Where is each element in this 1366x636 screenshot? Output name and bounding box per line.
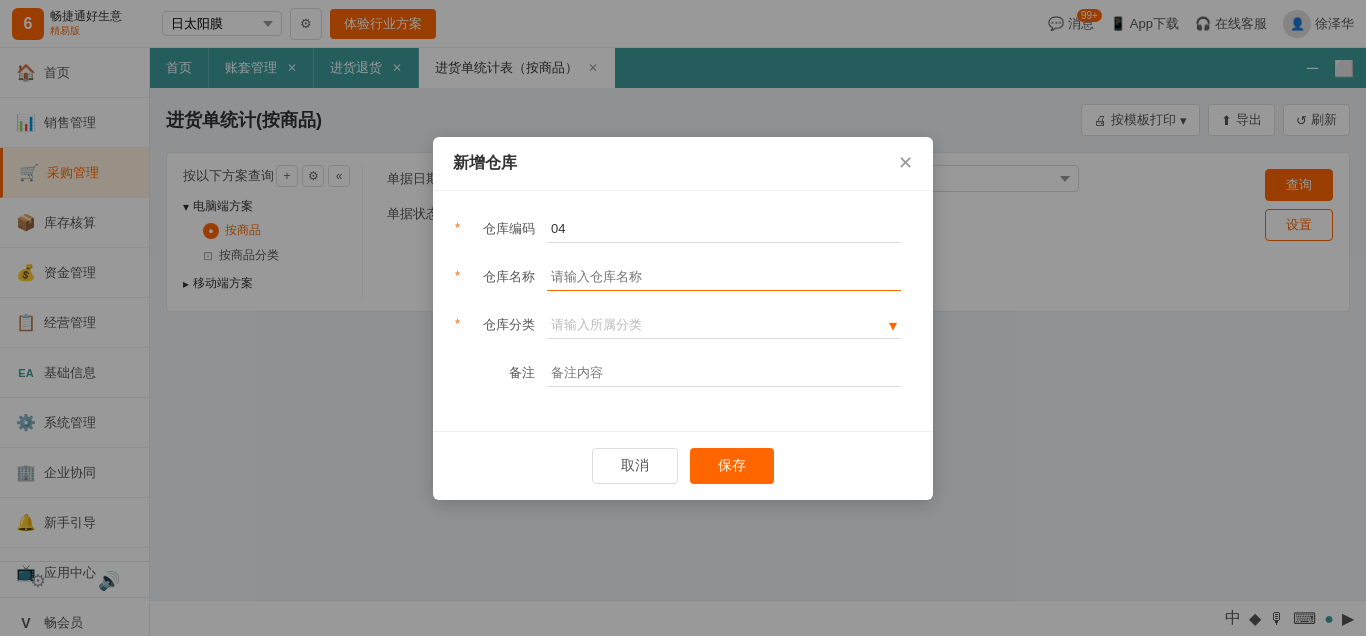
warehouse-name-label: 仓库名称 [465, 268, 535, 286]
modal-overlay: 新增仓库 ✕ 仓库编码 仓库名称 仓库分类 请输入所属分类 ▾ [0, 0, 1366, 636]
remarks-label: 备注 [465, 364, 535, 382]
modal-close-button[interactable]: ✕ [898, 154, 913, 172]
form-row-name: 仓库名称 [465, 263, 901, 291]
modal-body: 仓库编码 仓库名称 仓库分类 请输入所属分类 ▾ 备注 [433, 191, 933, 431]
warehouse-code-label: 仓库编码 [465, 220, 535, 238]
warehouse-name-input[interactable] [547, 263, 901, 291]
cancel-button[interactable]: 取消 [592, 448, 678, 484]
form-row-category: 仓库分类 请输入所属分类 ▾ [465, 311, 901, 339]
remarks-input[interactable] [547, 359, 901, 387]
form-row-remarks: 备注 [465, 359, 901, 387]
form-row-code: 仓库编码 [465, 215, 901, 243]
modal-title: 新增仓库 [453, 153, 517, 174]
warehouse-category-label: 仓库分类 [465, 316, 535, 334]
warehouse-category-wrapper: 请输入所属分类 ▾ [547, 311, 901, 339]
save-button[interactable]: 保存 [690, 448, 774, 484]
new-warehouse-modal: 新增仓库 ✕ 仓库编码 仓库名称 仓库分类 请输入所属分类 ▾ [433, 137, 933, 500]
modal-header: 新增仓库 ✕ [433, 137, 933, 191]
modal-footer: 取消 保存 [433, 431, 933, 500]
warehouse-category-select[interactable]: 请输入所属分类 [547, 311, 901, 339]
warehouse-code-input[interactable] [547, 215, 901, 243]
